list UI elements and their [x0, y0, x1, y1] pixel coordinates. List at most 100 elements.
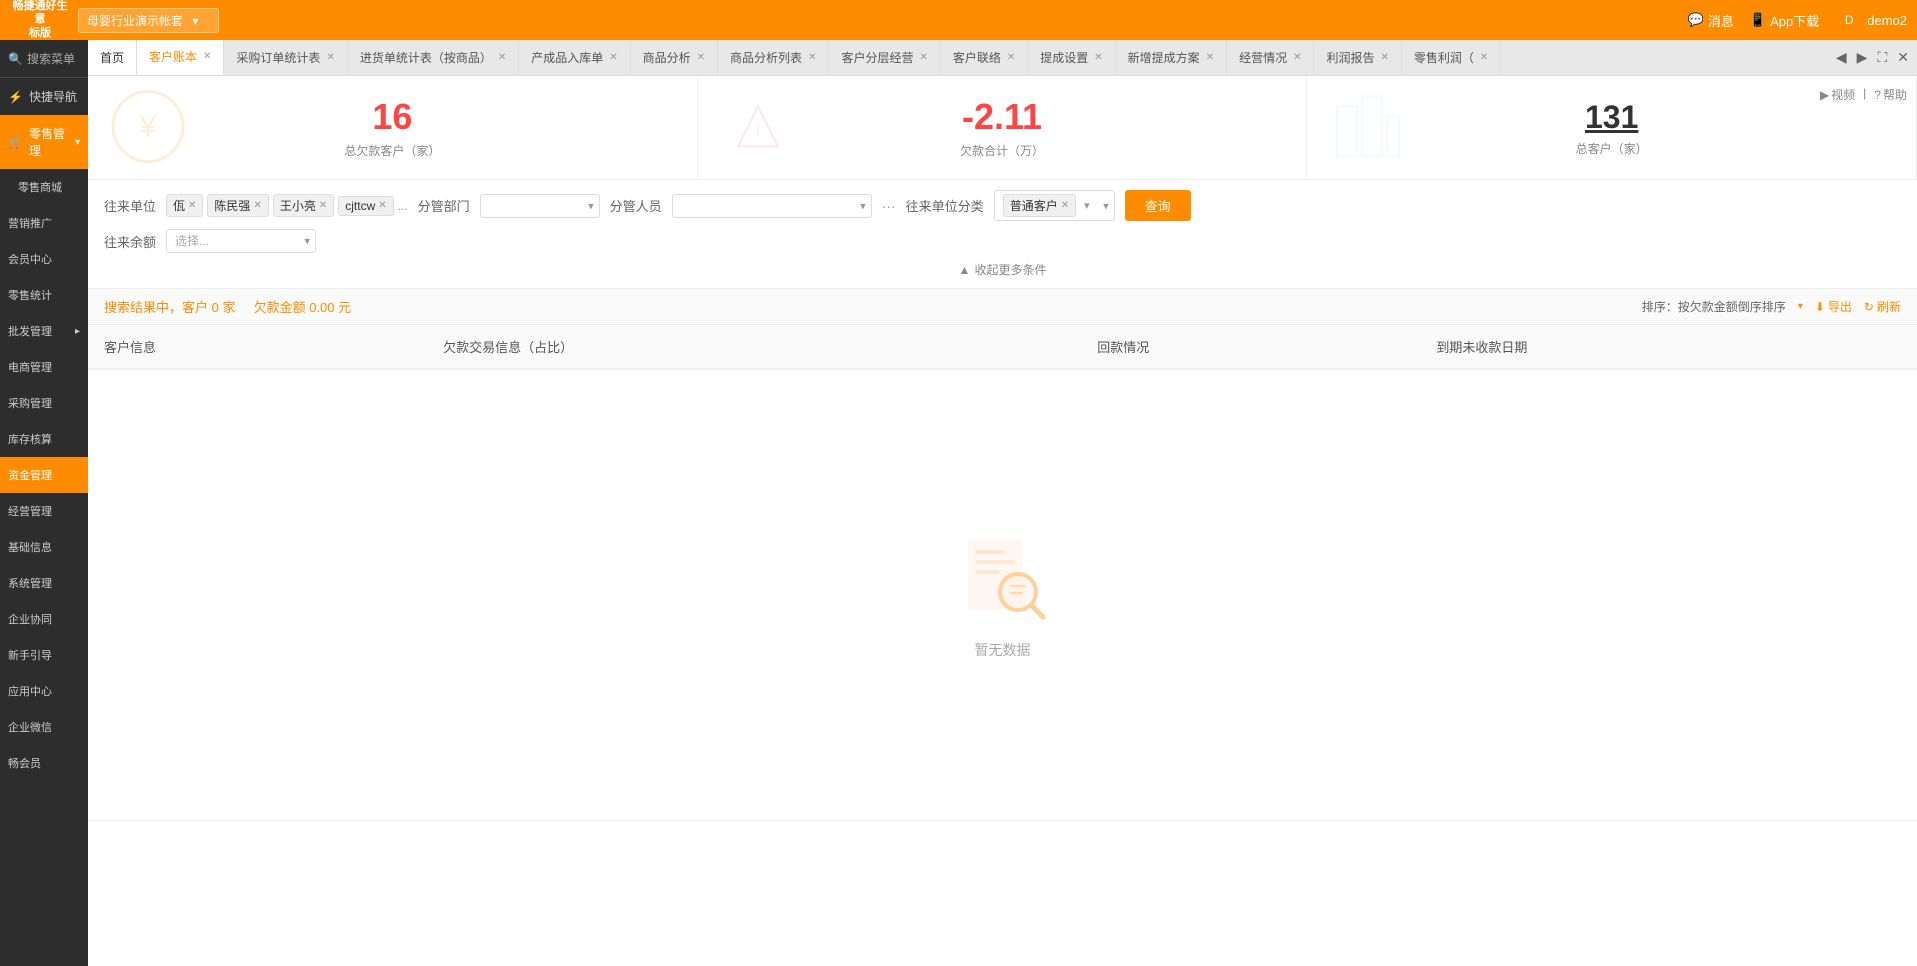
wholesale-arrow-icon: ▸	[75, 326, 80, 337]
tab-customer-accounts[interactable]: 客户账本 ✕	[137, 40, 224, 75]
sidebar-item-app-center[interactable]: 应用中心	[0, 673, 88, 709]
sidebar-item-purchase[interactable]: 采购管理	[0, 385, 88, 421]
svg-text:!: !	[755, 123, 759, 140]
total-debt-customers-value: 16	[372, 96, 412, 138]
tab-bar: 首页 客户账本 ✕ 采购订单统计表 ✕ 进货单统计表（按商品） ✕ 产成品入库单…	[88, 40, 1917, 76]
balance-select-wrapper: 选择...	[166, 229, 316, 253]
tab-close-product[interactable]: ✕	[697, 52, 705, 63]
tab-close-product-list[interactable]: ✕	[808, 52, 816, 63]
sidebar-item-member[interactable]: 会员中心	[0, 241, 88, 277]
unit-tag-4-close[interactable]: ✕	[378, 200, 386, 211]
message-icon: 💬	[1688, 12, 1704, 28]
unit-class-select-wrapper: 普通客户 ✕ ▾	[994, 190, 1115, 221]
app-download-button[interactable]: 📱 App下载	[1750, 11, 1819, 30]
app-container: 畅捷通好生意 标版 母婴行业演示帐套 ▾ 💬 消息 📱 App下载 D	[0, 0, 1917, 966]
person-more-options[interactable]: ···	[882, 198, 896, 214]
sidebar-item-retail[interactable]: 🛒 零售管理 ▾	[0, 115, 88, 169]
tab-fullscreen-button[interactable]: ⛶	[1873, 47, 1891, 68]
tab-close-customer-accounts[interactable]: ✕	[203, 51, 211, 62]
tab-customer-contact[interactable]: 客户联络 ✕	[941, 40, 1028, 75]
help-button[interactable]: ? 帮助	[1874, 86, 1907, 103]
tab-production-stock[interactable]: 产成品入库单 ✕	[519, 40, 630, 75]
top-bar: 畅捷通好生意 标版 母婴行业演示帐套 ▾ 💬 消息 📱 App下载 D	[0, 0, 1917, 40]
message-button[interactable]: 💬 消息	[1688, 11, 1734, 30]
sidebar-item-inventory[interactable]: 库存核算	[0, 421, 88, 457]
tab-close-segments[interactable]: ✕	[919, 52, 927, 63]
unit-tag-3: 王小亮 ✕	[273, 194, 334, 217]
tab-close-contact[interactable]: ✕	[1007, 52, 1015, 63]
sidebar-search[interactable]: 🔍 搜索菜单	[0, 40, 88, 78]
tab-home[interactable]: 首页	[88, 40, 137, 75]
tab-close-retail-profit[interactable]: ✕	[1480, 52, 1488, 63]
tab-stock-stats[interactable]: 进货单统计表（按商品） ✕	[348, 40, 519, 75]
empty-state: 暂无数据	[108, 450, 1897, 740]
balance-select[interactable]: 选择...	[166, 229, 316, 253]
empty-cell: 暂无数据	[88, 369, 1917, 821]
export-button[interactable]: ⬇ 导出	[1815, 298, 1852, 315]
tab-purchase-orders[interactable]: 采购订单统计表 ✕	[224, 40, 347, 75]
tab-retail-profit[interactable]: 零售利润（ ✕	[1402, 40, 1501, 75]
user-profile[interactable]: D demo2	[1835, 6, 1907, 34]
tab-close-operations[interactable]: ✕	[1293, 52, 1301, 63]
tab-profit-report[interactable]: 利润报告 ✕	[1314, 40, 1401, 75]
sidebar-item-enterprise-wechat[interactable]: 企业微信	[0, 709, 88, 745]
tab-close-promotion[interactable]: ✕	[1094, 52, 1102, 63]
tab-close-profit[interactable]: ✕	[1381, 52, 1389, 63]
sidebar-item-changhui-member[interactable]: 畅会员	[0, 745, 88, 781]
video-button[interactable]: ▶ 视频	[1820, 86, 1855, 103]
unit-class-tag-close[interactable]: ✕	[1061, 200, 1069, 211]
tab-close-new-promotion[interactable]: ✕	[1206, 52, 1214, 63]
total-debt-value: -2.11	[962, 96, 1042, 138]
tab-close-production[interactable]: ✕	[609, 52, 617, 63]
tab-new-promotion[interactable]: 新增提成方案 ✕	[1116, 40, 1227, 75]
table-body: 暂无数据	[88, 369, 1917, 821]
unit-tag-2-close[interactable]: ✕	[253, 200, 261, 211]
tab-close-all-button[interactable]: ✕	[1893, 47, 1913, 68]
person-select[interactable]	[672, 194, 872, 218]
sidebar-item-system[interactable]: 系统管理	[0, 565, 88, 601]
sidebar-item-quick-nav[interactable]: ⚡ 快捷导航	[0, 78, 88, 115]
col-debt-info: 欠款交易信息（占比）	[427, 325, 1081, 369]
empty-row: 暂无数据	[88, 369, 1917, 821]
unit-tag-more[interactable]: ...	[398, 199, 408, 213]
collapse-button[interactable]: ▲ 收起更多条件	[104, 261, 1901, 278]
total-debt-customers-label: 总欠款客户（家）	[344, 142, 440, 159]
col-customer-info: 客户信息	[88, 325, 427, 369]
sidebar-item-wholesale[interactable]: 批发管理 ▸	[0, 313, 88, 349]
sidebar-item-enterprise-coop[interactable]: 企业协同	[0, 601, 88, 637]
filter-row-2: 往来余额 选择...	[104, 229, 1901, 253]
table-header-row: 客户信息 欠款交易信息（占比） 回款情况 到期未收款日期	[88, 325, 1917, 369]
total-debt-label: 欠款合计（万）	[960, 142, 1044, 159]
unit-tag-3-close[interactable]: ✕	[319, 200, 327, 211]
dept-select[interactable]	[480, 194, 600, 218]
sidebar-item-ecommerce[interactable]: 电商管理	[0, 349, 88, 385]
industry-selector[interactable]: 母婴行业演示帐套 ▾	[78, 8, 219, 33]
tab-product-analysis[interactable]: 商品分析 ✕	[631, 40, 718, 75]
query-button[interactable]: 查询	[1125, 190, 1191, 221]
tab-next-button[interactable]: ▶	[1853, 47, 1872, 68]
summary-actions: ▶ 视频 | ? 帮助	[1820, 86, 1907, 103]
tab-customer-segments[interactable]: 客户分层经营 ✕	[829, 40, 940, 75]
tab-close-stock[interactable]: ✕	[498, 52, 506, 63]
sidebar-item-new-guide[interactable]: 新手引导	[0, 637, 88, 673]
table-container: 客户信息 欠款交易信息（占比） 回款情况 到期未收款日期	[88, 325, 1917, 966]
tab-product-analysis-list[interactable]: 商品分析列表 ✕	[718, 40, 829, 75]
sidebar-item-retail-mall[interactable]: 零售商城	[0, 169, 88, 205]
sidebar-item-operations[interactable]: 经营管理	[0, 493, 88, 529]
sidebar-item-finance[interactable]: 资金管理	[0, 457, 88, 493]
refresh-button[interactable]: ↻ 刷新	[1864, 298, 1901, 315]
tab-operations[interactable]: 经营情况 ✕	[1227, 40, 1314, 75]
sidebar-item-marketing[interactable]: 营销推广	[0, 205, 88, 241]
tab-bar-actions: ◀ ▶ ⛶ ✕	[1828, 40, 1917, 75]
tab-promotion-settings[interactable]: 提成设置 ✕	[1028, 40, 1115, 75]
unit-tag-1-close[interactable]: ✕	[188, 200, 196, 211]
filter-area: 往来单位 佤 ✕ 陈民强 ✕ 王小亮 ✕	[88, 180, 1917, 289]
tab-prev-button[interactable]: ◀	[1832, 47, 1851, 68]
summary-bar: ¥ 16 总欠款客户（家） ! -2.11 欠款合计（万）	[88, 76, 1917, 180]
arrow-icon: ▾	[75, 137, 80, 148]
sidebar-item-retail-stats[interactable]: 零售统计	[0, 277, 88, 313]
tab-close-purchase[interactable]: ✕	[326, 52, 334, 63]
col-due-date: 到期未收款日期	[1420, 325, 1917, 369]
unit-class-selector[interactable]: 普通客户 ✕ ▾	[994, 190, 1115, 221]
sidebar-item-basic-info[interactable]: 基础信息	[0, 529, 88, 565]
